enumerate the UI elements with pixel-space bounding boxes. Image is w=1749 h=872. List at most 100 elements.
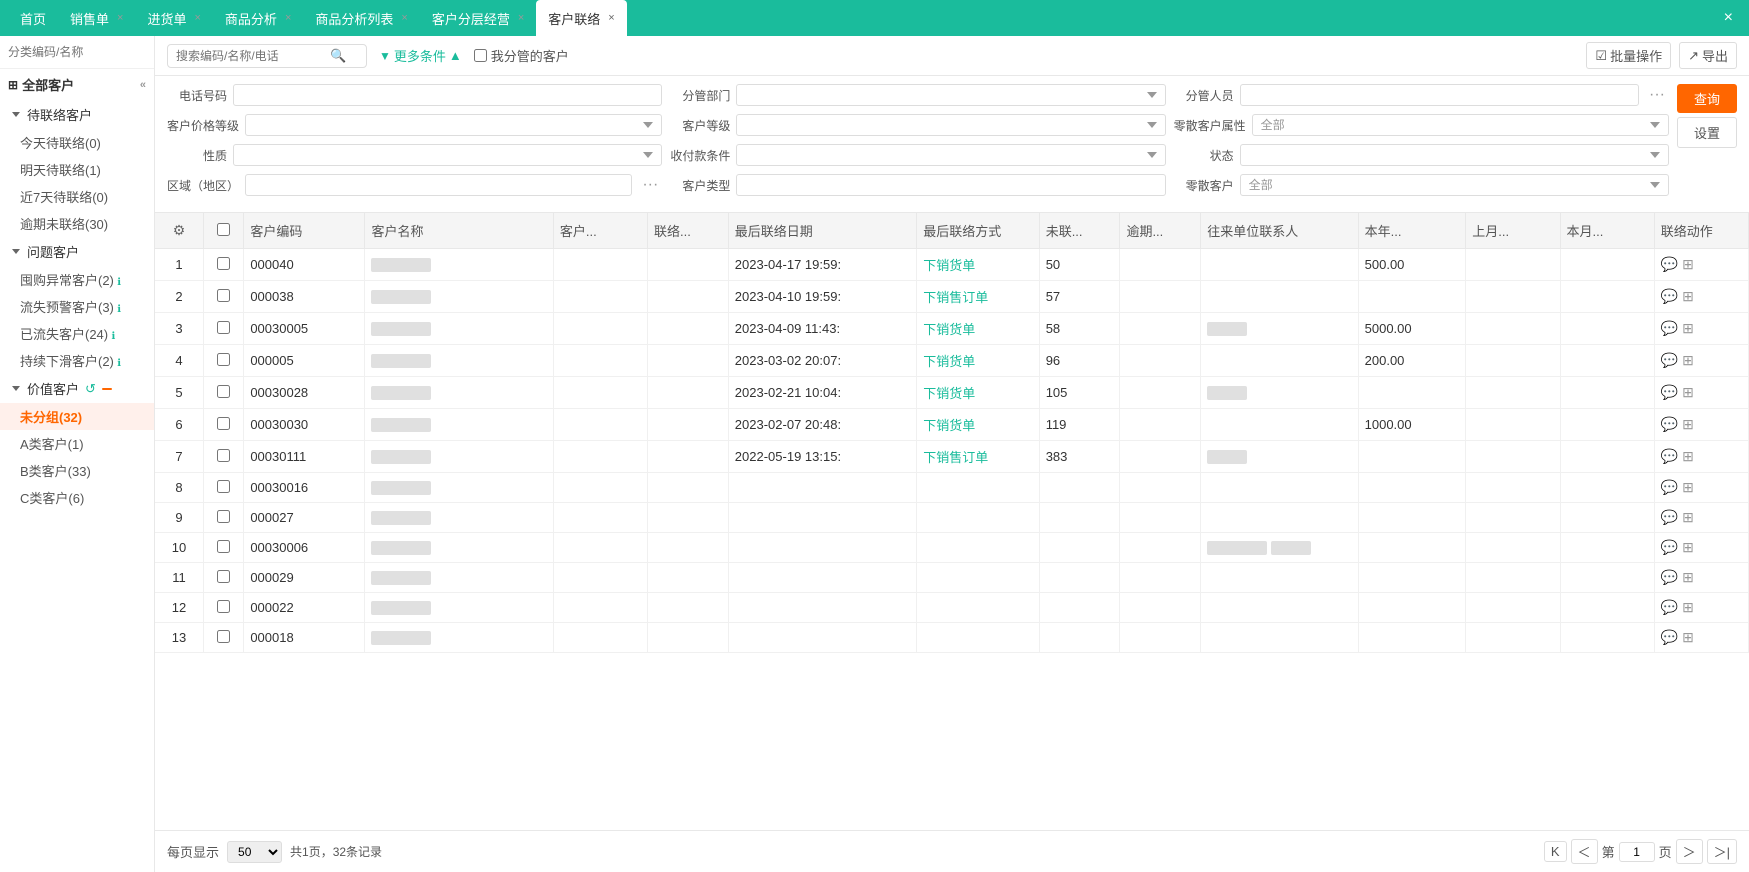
row-check[interactable] xyxy=(203,313,243,345)
sidebar-item-a-class[interactable]: A类客户(1) xyxy=(0,430,154,457)
grid-icon[interactable]: ⊞ xyxy=(1682,599,1694,616)
customer-type-input[interactable] xyxy=(736,174,1165,196)
first-page-button[interactable]: K xyxy=(1544,841,1567,862)
grid-icon[interactable]: ⊞ xyxy=(1682,256,1694,273)
row-check[interactable] xyxy=(203,593,243,623)
row-check[interactable] xyxy=(203,345,243,377)
last-page-button[interactable]: ＞| xyxy=(1707,839,1737,864)
contact-method-link[interactable]: 下销售订单 xyxy=(923,450,988,465)
retail-select[interactable]: 全部 xyxy=(1240,174,1669,196)
my-customers-checkbox[interactable] xyxy=(474,49,487,62)
row-check[interactable] xyxy=(203,409,243,441)
message-icon[interactable]: 💬 xyxy=(1661,320,1678,337)
message-icon[interactable]: 💬 xyxy=(1661,599,1678,616)
contact-method-link[interactable]: 下销货单 xyxy=(923,418,975,433)
sidebar-item-churn-warning[interactable]: 流失预警客户(3) ℹ xyxy=(0,293,154,320)
contact-method-link[interactable]: 下销货单 xyxy=(923,386,975,401)
status-select[interactable] xyxy=(1240,144,1669,166)
sidebar-item-ungroup[interactable]: 未分组(32) xyxy=(0,403,154,430)
message-icon[interactable]: 💬 xyxy=(1661,448,1678,465)
my-customers-checkbox-label[interactable]: 我分管的客户 xyxy=(474,46,569,65)
grid-icon[interactable]: ⊞ xyxy=(1682,448,1694,465)
row-check[interactable] xyxy=(203,441,243,473)
grid-icon[interactable]: ⊞ xyxy=(1682,352,1694,369)
message-icon[interactable]: 💬 xyxy=(1661,384,1678,401)
nav-close-button[interactable]: × xyxy=(1716,9,1741,27)
payment-select[interactable] xyxy=(736,144,1165,166)
message-icon[interactable]: 💬 xyxy=(1661,256,1678,273)
message-icon[interactable]: 💬 xyxy=(1661,569,1678,586)
row-check[interactable] xyxy=(203,473,243,503)
next-page-button[interactable]: ＞ xyxy=(1676,839,1703,864)
dept-select[interactable] xyxy=(736,84,1165,106)
manager-dots[interactable]: ··· xyxy=(1645,86,1669,104)
tab-product-analysis-list[interactable]: 商品分析列表 × xyxy=(303,0,419,36)
message-icon[interactable]: 💬 xyxy=(1661,479,1678,496)
all-customers-header[interactable]: ⊞ 全部客户 « xyxy=(0,69,154,100)
sidebar-item-today[interactable]: 今天待联络(0) xyxy=(0,129,154,156)
grid-icon[interactable]: ⊞ xyxy=(1682,629,1694,646)
row-check[interactable] xyxy=(203,623,243,653)
sidebar-item-7days[interactable]: 近7天待联络(0) xyxy=(0,183,154,210)
retail-attr-select[interactable]: 全部 xyxy=(1252,114,1669,136)
tab-sales[interactable]: 销售单 × xyxy=(58,0,135,36)
grid-icon[interactable]: ⊞ xyxy=(1682,384,1694,401)
close-tab-customer-contact[interactable]: × xyxy=(608,12,614,24)
group-problem-customers[interactable]: 问题客户 xyxy=(0,237,154,266)
message-icon[interactable]: 💬 xyxy=(1661,288,1678,305)
grid-icon[interactable]: ⊞ xyxy=(1682,509,1694,526)
row-check[interactable] xyxy=(203,377,243,409)
grid-icon[interactable]: ⊞ xyxy=(1682,416,1694,433)
export-button[interactable]: ↗ 导出 xyxy=(1679,42,1737,69)
nature-select[interactable] xyxy=(233,144,662,166)
sidebar-search-input[interactable] xyxy=(8,45,155,59)
close-tab-customer-tier[interactable]: × xyxy=(518,12,524,24)
sidebar-item-tomorrow[interactable]: 明天待联络(1) xyxy=(0,156,154,183)
reset-button[interactable]: 设置 xyxy=(1677,117,1737,148)
contact-method-link[interactable]: 下销货单 xyxy=(923,258,975,273)
tab-product-analysis[interactable]: 商品分析 × xyxy=(213,0,303,36)
group-pending-contact[interactable]: 待联络客户 xyxy=(0,100,154,129)
grid-icon[interactable]: ⊞ xyxy=(1682,288,1694,305)
message-icon[interactable]: 💬 xyxy=(1661,539,1678,556)
search-input[interactable] xyxy=(176,49,326,63)
page-size-select[interactable]: 50 100 xyxy=(227,841,282,863)
tab-customer-contact[interactable]: 客户联络 × xyxy=(536,0,626,36)
grid-icon[interactable]: ⊞ xyxy=(1682,320,1694,337)
sidebar-item-b-class[interactable]: B类客户(33) xyxy=(0,457,154,484)
manager-input[interactable] xyxy=(1240,84,1639,106)
sidebar-item-overdue[interactable]: 逾期未联络(30) xyxy=(0,210,154,237)
price-level-select[interactable] xyxy=(245,114,662,136)
close-tab-product-analysis[interactable]: × xyxy=(285,12,291,24)
batch-op-button[interactable]: ☑ 批量操作 xyxy=(1586,42,1671,69)
region-dots[interactable]: ··· xyxy=(638,176,662,194)
th-gear[interactable]: ⚙ xyxy=(155,213,203,249)
contact-method-link[interactable]: 下销售订单 xyxy=(923,290,988,305)
phone-input[interactable] xyxy=(233,84,662,106)
row-check[interactable] xyxy=(203,563,243,593)
gear-icon[interactable]: ⚙ xyxy=(173,222,186,238)
tab-purchase[interactable]: 进货单 × xyxy=(135,0,212,36)
row-check[interactable] xyxy=(203,533,243,563)
contact-method-link[interactable]: 下销货单 xyxy=(923,354,975,369)
sidebar-item-c-class[interactable]: C类客户(6) xyxy=(0,484,154,511)
th-check[interactable] xyxy=(203,213,243,249)
refresh-value-icon[interactable]: ↺ xyxy=(85,381,96,397)
sidebar-item-abnormal[interactable]: 囤购异常客户(2) ℹ xyxy=(0,266,154,293)
message-icon[interactable]: 💬 xyxy=(1661,629,1678,646)
search-icon[interactable]: 🔍 xyxy=(330,48,346,64)
contact-method-link[interactable]: 下销货单 xyxy=(923,322,975,337)
tab-customer-tier[interactable]: 客户分层经营 × xyxy=(420,0,536,36)
prev-page-button[interactable]: ＜ xyxy=(1571,839,1598,864)
select-all-checkbox[interactable] xyxy=(217,223,230,236)
grid-icon[interactable]: ⊞ xyxy=(1682,539,1694,556)
close-tab-product-analysis-list[interactable]: × xyxy=(401,12,407,24)
group-value-customers[interactable]: 价值客户 ↺ xyxy=(0,374,154,403)
grid-icon[interactable]: ⊞ xyxy=(1682,479,1694,496)
query-button[interactable]: 查询 xyxy=(1677,84,1737,113)
message-icon[interactable]: 💬 xyxy=(1661,509,1678,526)
region-input[interactable] xyxy=(245,174,632,196)
close-tab-sales[interactable]: × xyxy=(117,12,123,24)
message-icon[interactable]: 💬 xyxy=(1661,352,1678,369)
customer-level-select[interactable] xyxy=(736,114,1165,136)
